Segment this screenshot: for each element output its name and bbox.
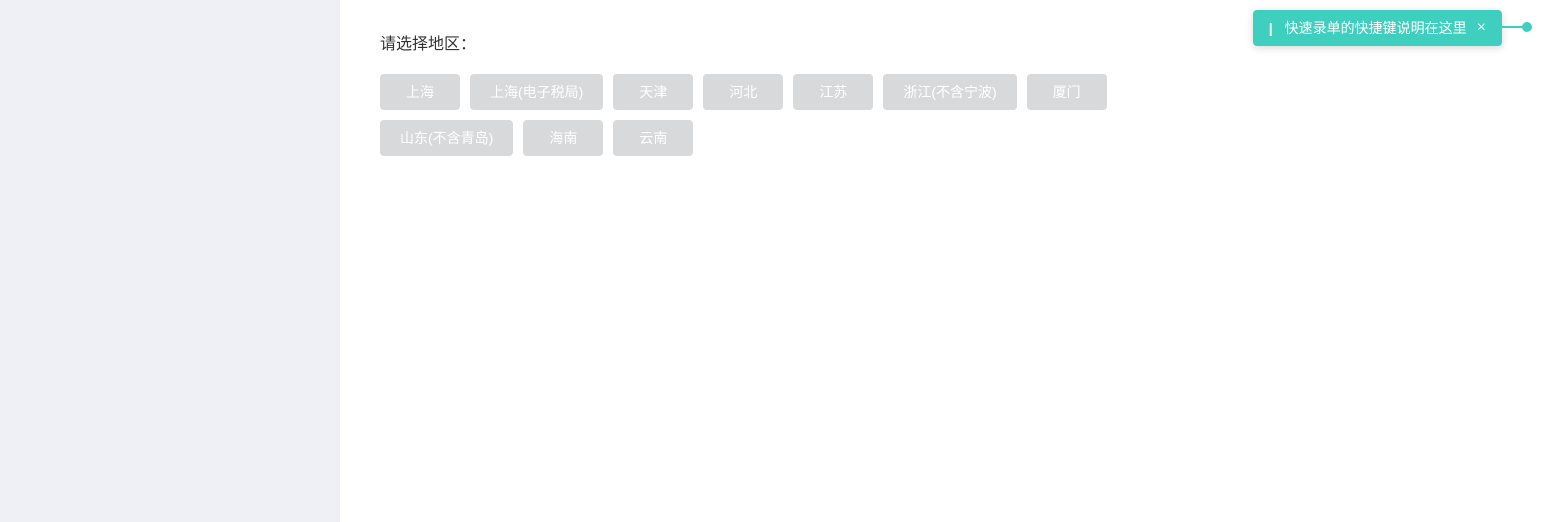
region-button-hebei[interactable]: 河北 [703,74,783,110]
tooltip-text: 快速录单的快捷键说明在这里 [1285,18,1467,38]
region-button-yunnan[interactable]: 云南 [613,120,693,156]
region-button-zhejiang[interactable]: 浙江(不含宁波) [883,74,1016,110]
tooltip-close-button[interactable]: × [1477,20,1486,36]
main-content: 请选择地区： 上海上海(电子税局)天津河北江苏浙江(不含宁波)厦门 山东(不含青… [340,0,1562,522]
tooltip-popup: 快速录单的快捷键说明在这里 × [1253,10,1502,46]
sidebar [0,0,340,522]
region-buttons-row-1: 上海上海(电子税局) 天津河北江苏浙江(不含宁波) 厦门 [380,74,1522,110]
region-buttons-row-2: 山东(不含青岛) 海南云南 [380,120,1522,156]
region-button-shandong[interactable]: 山东(不含青岛) [380,120,513,156]
region-button-jiangsu[interactable]: 江苏 [793,74,873,110]
region-button-shanghai[interactable]: 上海 [380,74,460,110]
region-button-tianjin[interactable]: 天津 [613,74,693,110]
region-button-hainan[interactable]: 海南 [523,120,603,156]
region-button-xiamen[interactable]: 厦门 [1027,74,1107,110]
region-button-shanghai-etax[interactable]: 上海(电子税局) [470,74,603,110]
tooltip-connector-dot [1522,22,1532,32]
